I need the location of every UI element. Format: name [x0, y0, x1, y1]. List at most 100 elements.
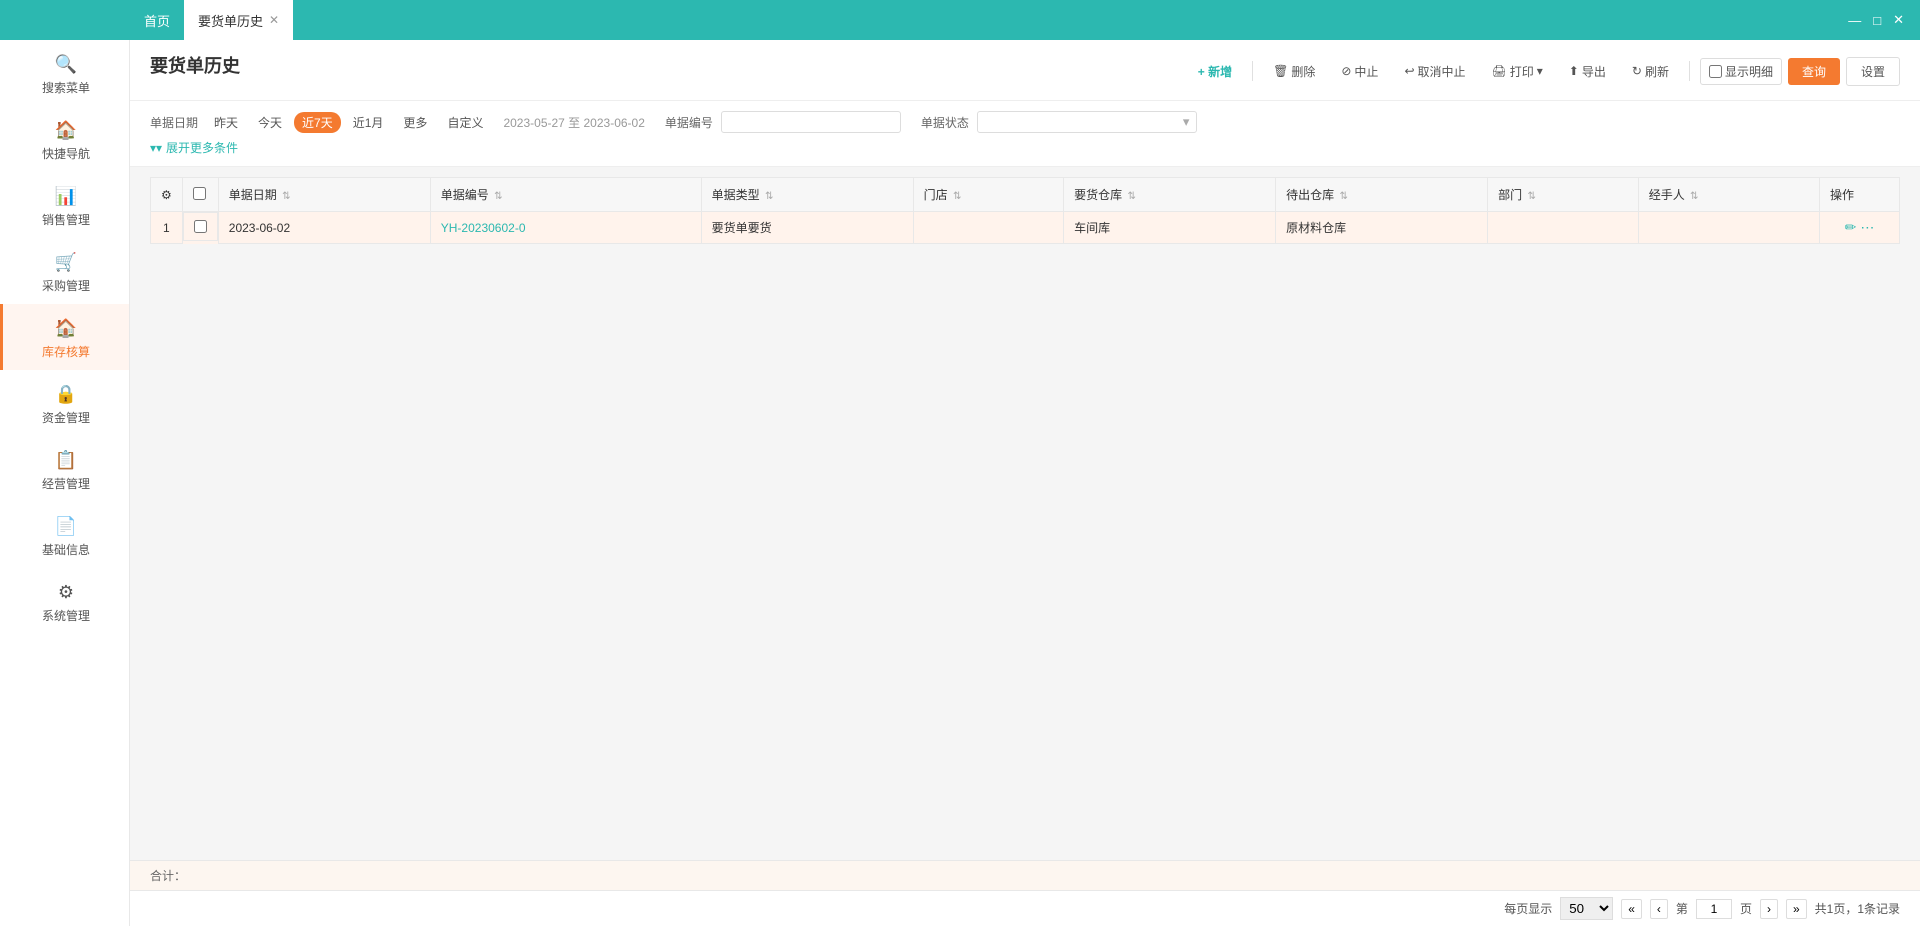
display-detail-button[interactable]: 显示明细 — [1700, 58, 1782, 85]
row-req-warehouse: 车间库 — [1064, 212, 1276, 244]
sort-department-icon: ⇅ — [1528, 191, 1536, 202]
sidebar-label-search: 搜索菜单 — [42, 79, 90, 96]
export-button[interactable]: ⬆ 导出 — [1559, 59, 1616, 84]
page-number-input[interactable] — [1696, 899, 1732, 919]
row-pending-warehouse: 原材料仓库 — [1276, 212, 1488, 244]
sidebar-label-purchase: 采购管理 — [42, 277, 90, 294]
sidebar-label-operation: 经营管理 — [42, 475, 90, 492]
refresh-button[interactable]: ↻ 刷新 — [1622, 59, 1679, 84]
billno-input[interactable] — [721, 111, 901, 133]
date-option-today[interactable]: 今天 — [250, 112, 290, 133]
prev-page-button[interactable]: ‹ — [1650, 899, 1668, 919]
billno-label: 单据编号 — [665, 114, 713, 131]
expand-icon: ▾▾ — [150, 141, 162, 155]
cart-icon: 🛒 — [55, 252, 77, 273]
delete-button[interactable]: 🗑 删除 — [1263, 59, 1325, 84]
expand-more[interactable]: ▾▾ 展开更多条件 — [150, 139, 1900, 156]
window-close-icon[interactable]: ✕ — [1893, 12, 1904, 28]
doc-icon: 📄 — [55, 516, 77, 537]
print-icon: 🖨 — [1492, 64, 1507, 78]
next-page-button[interactable]: › — [1760, 899, 1778, 919]
delete-icon: 🗑 — [1273, 64, 1288, 78]
gear-icon: ⚙ — [58, 582, 74, 603]
date-option-1month[interactable]: 近1月 — [345, 112, 392, 133]
page-header: 要货单历史 + 新增 🗑 删除 ⊘ 中止 ↩ 取消中止 — [130, 40, 1920, 101]
sidebar-item-purchase[interactable]: 🛒 采购管理 — [0, 238, 129, 304]
first-page-button[interactable]: « — [1621, 899, 1642, 919]
filter-bar: 单据日期 昨天 今天 近7天 近1月 更多 自定义 2023-05-27 至 2… — [130, 101, 1920, 167]
status-label: 单据状态 — [921, 114, 969, 131]
suspend-button[interactable]: ⊘ 中止 — [1331, 59, 1388, 84]
row-checkbox-input[interactable] — [194, 220, 207, 233]
date-option-7days[interactable]: 近7天 — [294, 112, 341, 133]
sidebar-item-system[interactable]: ⚙ 系统管理 — [0, 568, 129, 634]
row-billno[interactable]: YH-20230602-0 — [430, 212, 701, 244]
window-minimize-icon[interactable]: — — [1848, 13, 1861, 28]
date-range-display: 2023-05-27 至 2023-06-02 — [503, 114, 644, 131]
new-button[interactable]: + 新增 — [1188, 59, 1242, 84]
settings-button[interactable]: 设置 — [1846, 57, 1900, 86]
row-edit-icon[interactable]: ✏ — [1845, 219, 1857, 236]
date-option-custom[interactable]: 自定义 — [439, 112, 491, 133]
active-tab-label: 要货单历史 — [198, 11, 263, 30]
home-tab[interactable]: 首页 — [130, 11, 184, 30]
date-option-yesterday[interactable]: 昨天 — [206, 112, 246, 133]
status-filter-group: 单据状态 ▾ — [921, 111, 1190, 133]
tab-close-icon[interactable]: ✕ — [269, 13, 279, 27]
home-icon: 🏠 — [55, 120, 77, 141]
last-page-button[interactable]: » — [1786, 899, 1807, 919]
query-button[interactable]: 查询 — [1788, 58, 1840, 85]
content-area: 要货单历史 + 新增 🗑 删除 ⊘ 中止 ↩ 取消中止 — [130, 40, 1920, 926]
col-handler[interactable]: 经手人 ⇅ — [1638, 178, 1819, 212]
sidebar-label-system: 系统管理 — [42, 607, 90, 624]
sidebar-item-sales[interactable]: 📊 销售管理 — [0, 172, 129, 238]
col-billtype[interactable]: 单据类型 ⇅ — [701, 178, 913, 212]
sort-pending-warehouse-icon: ⇅ — [1340, 191, 1348, 202]
select-all-checkbox[interactable] — [193, 187, 206, 200]
col-billno[interactable]: 单据编号 ⇅ — [430, 178, 701, 212]
per-page-select[interactable]: 10 20 50 100 — [1560, 897, 1613, 920]
row-checkbox — [183, 212, 218, 241]
row-more-icon[interactable]: ⋯ — [1860, 219, 1874, 236]
col-req-warehouse[interactable]: 要货仓库 ⇅ — [1064, 178, 1276, 212]
cancel-suspend-icon: ↩ — [1404, 64, 1414, 78]
date-options: 昨天 今天 近7天 近1月 更多 自定义 — [206, 112, 491, 133]
status-dropdown-icon[interactable]: ▾ — [1183, 114, 1190, 130]
main-layout: 🔍 搜索菜单 🏠 快捷导航 📊 销售管理 🛒 采购管理 🏠 库存核算 🔒 资金管… — [0, 40, 1920, 926]
sidebar-item-base[interactable]: 📄 基础信息 — [0, 502, 129, 568]
sidebar-label-sales: 销售管理 — [42, 211, 90, 228]
print-dropdown-icon: ▾ — [1537, 64, 1543, 78]
active-tab[interactable]: 要货单历史 ✕ — [184, 0, 293, 40]
table-row: 1 2023-06-02 YH-20230602-0 要货单要货 车间库 原材料… — [151, 212, 1900, 244]
suspend-icon: ⊘ — [1341, 64, 1351, 78]
row-billno-link[interactable]: YH-20230602-0 — [441, 221, 526, 235]
col-store[interactable]: 门店 ⇅ — [913, 178, 1064, 212]
sidebar-label-shortcut: 快捷导航 — [42, 145, 90, 162]
chart-icon: 📊 — [55, 186, 77, 207]
display-detail-checkbox[interactable] — [1709, 65, 1722, 78]
window-restore-icon[interactable]: □ — [1873, 13, 1881, 28]
col-date[interactable]: 单据日期 ⇅ — [218, 178, 430, 212]
export-icon: ⬆ — [1569, 64, 1579, 78]
sort-billno-icon: ⇅ — [494, 191, 502, 202]
col-pending-warehouse[interactable]: 待出仓库 ⇅ — [1276, 178, 1488, 212]
sidebar-item-search[interactable]: 🔍 搜索菜单 — [0, 40, 129, 106]
pagination-bar: 每页显示 10 20 50 100 « ‹ 第 页 › » 共1页，1条记录 — [130, 890, 1920, 926]
row-store — [913, 212, 1064, 244]
col-department[interactable]: 部门 ⇅ — [1488, 178, 1639, 212]
col-settings[interactable]: ⚙ — [151, 178, 183, 212]
total-info: 共1页，1条记录 — [1815, 900, 1900, 917]
page-label: 第 — [1676, 900, 1688, 917]
date-option-more[interactable]: 更多 — [395, 112, 435, 133]
footer-bar: 合计： — [130, 860, 1920, 890]
row-department — [1488, 212, 1639, 244]
sidebar-item-operation[interactable]: 📋 经营管理 — [0, 436, 129, 502]
print-button[interactable]: 🖨 打印 ▾ — [1482, 59, 1553, 84]
sort-billtype-icon: ⇅ — [765, 191, 773, 202]
status-input[interactable] — [977, 111, 1197, 133]
sidebar-item-inventory[interactable]: 🏠 库存核算 — [0, 304, 129, 370]
sidebar-item-finance[interactable]: 🔒 资金管理 — [0, 370, 129, 436]
clipboard-icon: 📋 — [55, 450, 77, 471]
sidebar-item-shortcut[interactable]: 🏠 快捷导航 — [0, 106, 129, 172]
cancel-suspend-button[interactable]: ↩ 取消中止 — [1394, 59, 1475, 84]
